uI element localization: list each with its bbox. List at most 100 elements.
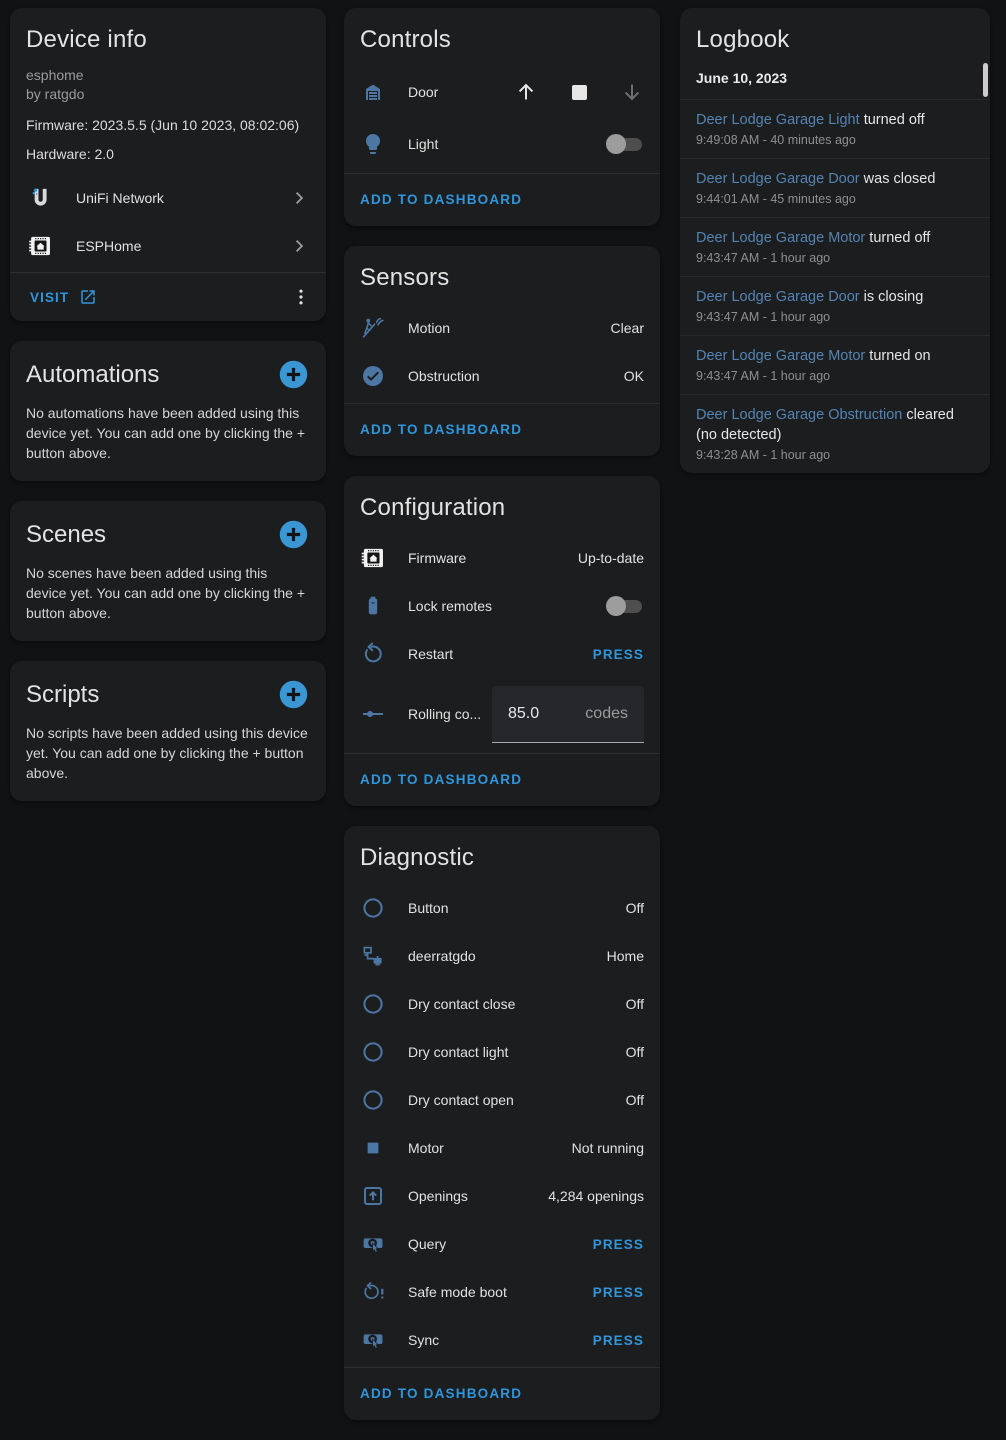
entity-value: Off [625, 996, 644, 1012]
gesture-tap-icon [360, 1231, 386, 1257]
dots-vertical-icon [299, 289, 303, 305]
close-cover-button[interactable] [620, 80, 644, 104]
rolling-code-input[interactable] [492, 704, 572, 723]
logbook-timestamp: 9:43:47 AM - 1 hour ago [696, 369, 831, 383]
entity-row-motor[interactable]: Motor Not running [344, 1124, 660, 1172]
query-press-button[interactable]: PRESS [593, 1237, 644, 1252]
device-name: esphome [26, 67, 84, 83]
logbook-state-text: turned off [869, 230, 931, 246]
sync-press-button[interactable]: PRESS [593, 1333, 644, 1348]
entity-label: Obstruction [408, 368, 480, 384]
entity-row-query[interactable]: Query PRESS [344, 1220, 660, 1268]
entity-label: Dry contact open [408, 1092, 514, 1108]
open-in-new-icon [81, 290, 96, 304]
add-to-dashboard-button[interactable]: ADD TO DASHBOARD [360, 422, 522, 437]
logbook-scrollbar-thumb[interactable] [983, 63, 988, 97]
safe-mode-boot-press-button[interactable]: PRESS [593, 1285, 644, 1300]
visit-button[interactable]: VISIT [26, 282, 101, 312]
entity-label: Door [408, 84, 439, 100]
cover-controls [514, 80, 644, 104]
device-firmware-text: Firmware: 2023.5.5 (Jun 10 2023, 08:02:0… [26, 117, 300, 133]
entity-row-dry-contact-close[interactable]: Dry contact close Off [344, 980, 660, 1028]
logbook-date-header: June 10, 2023 [696, 70, 788, 86]
entity-label: Lock remotes [408, 598, 493, 614]
restart-alert-icon [360, 1279, 386, 1305]
entity-row-sync[interactable]: Sync PRESS [344, 1316, 660, 1364]
overflow-menu-button[interactable] [288, 284, 314, 310]
esphome-firmware-icon [360, 545, 386, 571]
logbook-entity-link[interactable]: Deer Lodge Garage Door [696, 171, 860, 187]
logbook-timestamp: 9:44:01 AM - 45 minutes ago [696, 192, 856, 206]
restart-press-button[interactable]: PRESS [593, 647, 644, 662]
add-script-button[interactable] [277, 678, 310, 711]
logbook-entity-link[interactable]: Deer Lodge Garage Light [696, 112, 860, 128]
ray-vertex-icon [360, 701, 386, 727]
entity-value: Off [625, 1092, 644, 1108]
entity-row-restart[interactable]: Restart PRESS [344, 630, 660, 678]
plus-icon [279, 520, 308, 549]
entity-row-dry-contact-open[interactable]: Dry contact open Off [344, 1076, 660, 1124]
entity-row-safe-mode-boot[interactable]: Safe mode boot PRESS [344, 1268, 660, 1316]
entity-value: Home [606, 948, 644, 964]
gesture-tap-icon [360, 1327, 386, 1353]
logbook-timestamp: 9:43:47 AM - 1 hour ago [696, 310, 831, 324]
entity-value: Not running [571, 1140, 644, 1156]
plus-icon [279, 680, 308, 709]
entity-value: Off [625, 900, 644, 916]
integration-list: UniFi Network ESPHome [10, 174, 326, 270]
scripts-card: Scripts No scripts have been added using… [10, 661, 326, 801]
radiobox-blank-icon [360, 1039, 386, 1065]
add-automation-button[interactable] [277, 358, 310, 391]
add-to-dashboard-row: ADD TO DASHBOARD [344, 403, 660, 456]
entity-label: Openings [408, 1188, 468, 1204]
lock-remotes-toggle[interactable] [606, 596, 644, 616]
entity-label: Motor [408, 1140, 444, 1156]
stop-square-icon [571, 84, 587, 100]
remote-icon [360, 593, 386, 619]
logbook-card: Logbook June 10, 2023 Deer Lodge Garage … [680, 8, 990, 473]
entity-row-door[interactable]: Door [344, 66, 660, 118]
diagnostic-title: Diagnostic [360, 844, 475, 871]
integration-row-unifi[interactable]: UniFi Network [10, 174, 326, 222]
esphome-logo-icon [26, 232, 54, 260]
logbook-state-text: is closing [863, 289, 924, 305]
logbook-entity-link[interactable]: Deer Lodge Garage Door [696, 289, 860, 305]
configuration-title: Configuration [360, 494, 506, 521]
logbook-entity-link[interactable]: Deer Lodge Garage Obstruction [696, 407, 902, 423]
right-column: Logbook June 10, 2023 Deer Lodge Garage … [680, 8, 990, 493]
entity-row-light[interactable]: Light [344, 118, 660, 170]
logbook-entity-link[interactable]: Deer Lodge Garage Motor [696, 230, 865, 246]
entity-row-button[interactable]: Button Off [344, 884, 660, 932]
entity-value: OK [623, 368, 644, 384]
entity-row-motion[interactable]: Motion Clear [344, 304, 660, 352]
add-to-dashboard-button[interactable]: ADD TO DASHBOARD [360, 772, 522, 787]
network-icon [360, 943, 386, 969]
entity-label: Query [408, 1236, 447, 1252]
add-to-dashboard-button[interactable]: ADD TO DASHBOARD [360, 192, 522, 207]
entity-row-dry-contact-light[interactable]: Dry contact light Off [344, 1028, 660, 1076]
entity-label: Firmware [408, 550, 467, 566]
stop-cover-button[interactable] [567, 80, 591, 104]
add-scene-button[interactable] [277, 518, 310, 551]
add-to-dashboard-button[interactable]: ADD TO DASHBOARD [360, 1386, 522, 1401]
entity-row-rolling-code[interactable]: Rolling co... codes [344, 678, 660, 750]
logbook-timestamp: 9:43:47 AM - 1 hour ago [696, 251, 831, 265]
entity-value: Off [625, 1044, 644, 1060]
logbook-entity-link[interactable]: Deer Lodge Garage Motor [696, 348, 865, 364]
logbook-entry: Deer Lodge Garage Motor turned on 9:43:4… [680, 335, 990, 394]
entity-row-deerratgdo[interactable]: deerratgdo Home [344, 932, 660, 980]
device-manufacturer: by ratgdo [26, 86, 85, 102]
entity-row-openings[interactable]: Openings 4,284 openings [344, 1172, 660, 1220]
entity-row-lock-remotes[interactable]: Lock remotes [344, 582, 660, 630]
add-to-dashboard-row: ADD TO DASHBOARD [344, 1367, 660, 1420]
integration-row-esphome[interactable]: ESPHome [10, 222, 326, 270]
light-toggle[interactable] [606, 134, 644, 154]
radiobox-blank-icon [360, 895, 386, 921]
entity-label: Motion [408, 320, 451, 336]
entity-row-obstruction[interactable]: Obstruction OK [344, 352, 660, 400]
entity-value: Up-to-date [577, 550, 644, 566]
open-cover-button[interactable] [514, 80, 538, 104]
sensors-title: Sensors [360, 264, 450, 291]
entity-row-firmware[interactable]: Firmware Up-to-date [344, 534, 660, 582]
logbook-title: Logbook [696, 26, 790, 53]
